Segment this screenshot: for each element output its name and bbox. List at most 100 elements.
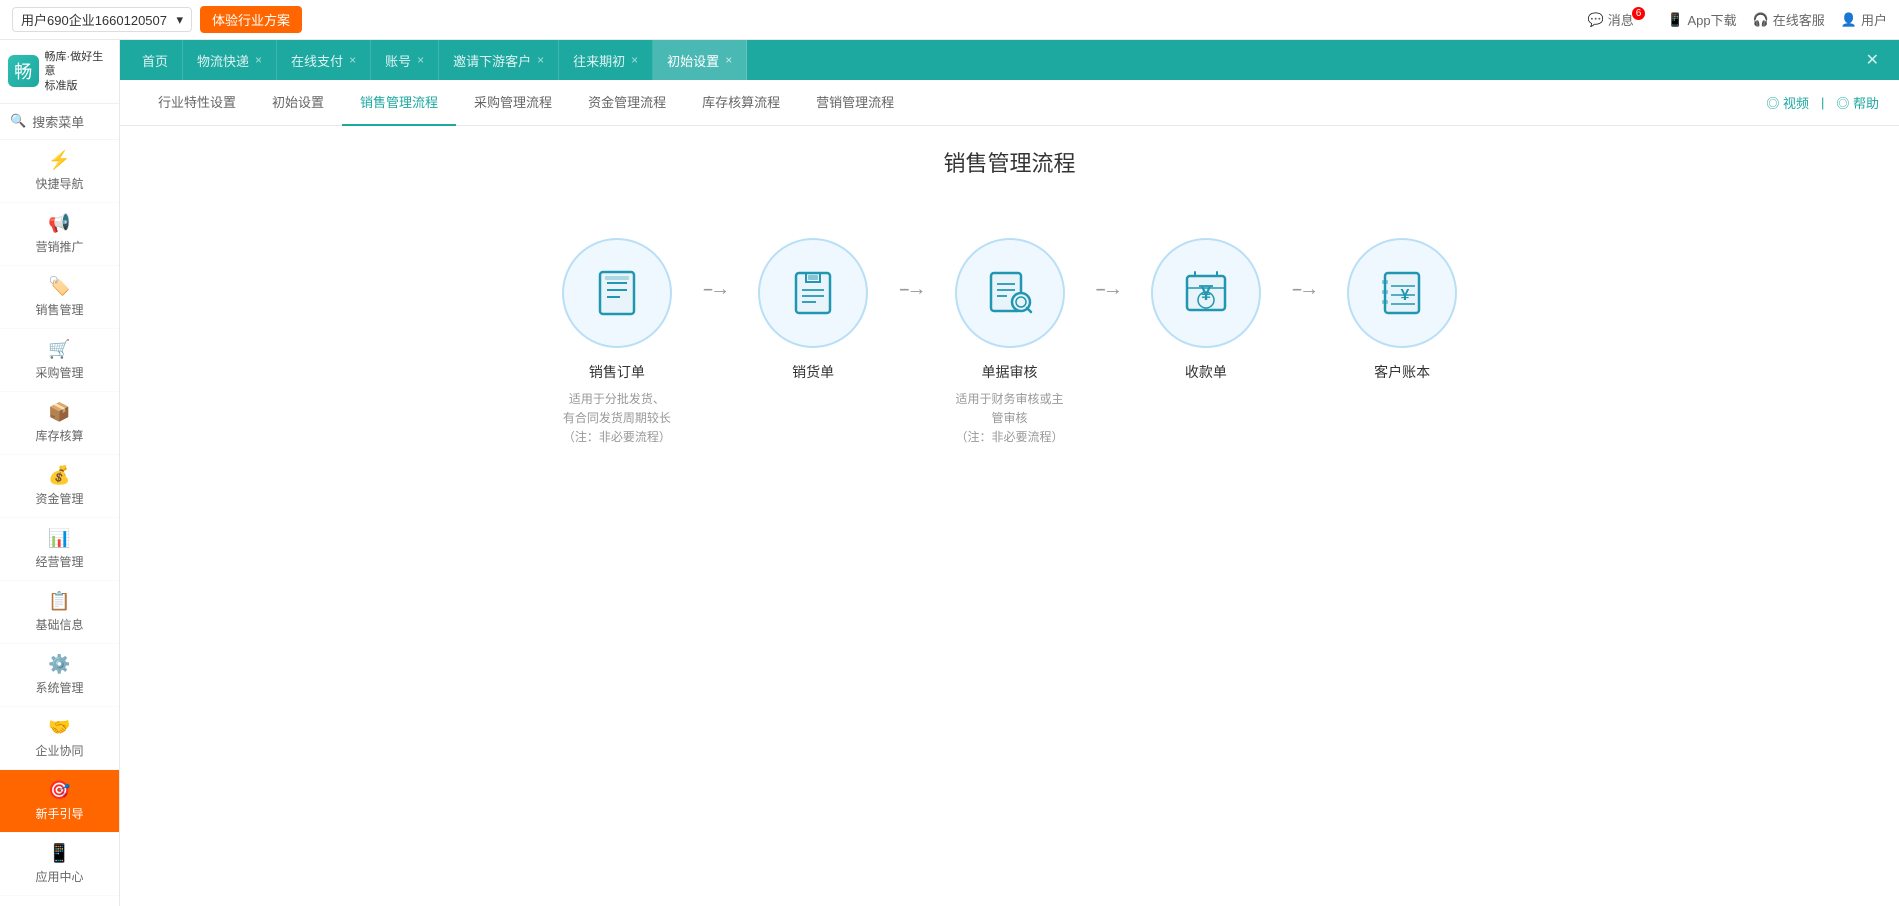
basic-info-icon: 📋 [48, 591, 70, 612]
flow-step-customer-ledger-title: 客户账本 [1374, 362, 1430, 382]
top-bar-right: 💬 消息 6 📱 App下载 🎧 在线客服 👤 用户 [1588, 10, 1888, 29]
app-download-item[interactable]: 📱 App下载 [1667, 10, 1736, 29]
flow-circle-sales-invoice[interactable] [758, 238, 868, 348]
system-icon: ⚙️ [48, 654, 70, 675]
sub-tab-marketing-flow[interactable]: 营销管理流程 [798, 80, 912, 126]
sub-tabs-right: ◎ 视频 | ◎ 帮助 [1766, 93, 1879, 112]
message-icon: 💬 [1588, 12, 1604, 28]
message-label: 消息 [1608, 10, 1634, 29]
nav-tab-period-init-close[interactable]: × [631, 53, 638, 67]
nav-tabs-close-button[interactable]: ✕ [1854, 50, 1891, 70]
sidebar-item-corp-wechat[interactable]: 💬 企业微信 [0, 896, 119, 906]
sub-tab-inventory-flow[interactable]: 库存核算流程 [684, 80, 798, 126]
sidebar-item-guide[interactable]: 🎯 新手引导 [0, 770, 119, 833]
sidebar-item-purchase[interactable]: 🛒 采购管理 [0, 329, 119, 392]
flow-circle-receipt[interactable]: ¥ [1151, 238, 1261, 348]
quick-nav-icon: ⚡ [48, 150, 70, 171]
search-label: 搜索菜单 [32, 112, 84, 131]
sidebar-label-inventory: 库存核算 [35, 427, 83, 444]
video-link[interactable]: ◎ 视频 [1766, 93, 1809, 112]
nav-tab-period-init-label: 往来期初 [573, 51, 625, 70]
divider: | [1821, 95, 1824, 110]
flow-step-sales-order: 销售订单 适用于分批发货、有合同发货周期较长（注：非必要流程） [527, 238, 707, 448]
sidebar-label-marketing: 营销推广 [35, 238, 83, 255]
sidebar-label-system: 系统管理 [35, 679, 83, 696]
flow-step-customer-ledger: ¥ 客户账本 [1312, 238, 1492, 390]
sidebar-item-marketing[interactable]: 📢 营销推广 [0, 203, 119, 266]
sub-tab-inventory-flow-label: 库存核算流程 [702, 92, 780, 111]
help-link[interactable]: ◎ 帮助 [1836, 93, 1879, 112]
sub-tab-sales-flow-label: 销售管理流程 [360, 92, 438, 111]
nav-tab-payment-close[interactable]: × [349, 53, 356, 67]
nav-tab-initial-setup[interactable]: 初始设置 × [653, 40, 747, 80]
message-item[interactable]: 💬 消息 6 [1588, 10, 1652, 29]
nav-tab-account-label: 账号 [385, 51, 411, 70]
flow-step-receipt: ¥ 收款单 [1116, 238, 1296, 390]
sidebar-label-quick-nav: 快捷导航 [35, 175, 83, 192]
page-title: 销售管理流程 [140, 146, 1879, 178]
dropdown-icon: ▾ [176, 12, 183, 28]
nav-tab-logistics-close[interactable]: × [255, 53, 262, 67]
sidebar-item-quick-nav[interactable]: ⚡ 快捷导航 [0, 140, 119, 203]
sub-tab-capital-flow[interactable]: 资金管理流程 [570, 80, 684, 126]
sub-tab-industry[interactable]: 行业特性设置 [140, 80, 254, 126]
flow-step-doc-review-title: 单据审核 [982, 362, 1038, 382]
flow-circle-doc-review[interactable] [955, 238, 1065, 348]
sidebar-label-app-center: 应用中心 [35, 868, 83, 885]
sub-tab-initial[interactable]: 初始设置 [254, 80, 342, 126]
service-item[interactable]: 🎧 在线客服 [1753, 10, 1825, 29]
flow-circle-customer-ledger[interactable]: ¥ [1347, 238, 1457, 348]
flow-step-sales-order-title: 销售订单 [589, 362, 645, 382]
main-layout: 畅 畅库·做好生意 标准版 🔍 搜索菜单 ⚡ 快捷导航 📢 营销推广 🏷️ 销售… [0, 40, 1899, 906]
sidebar-label-basic-info: 基础信息 [35, 616, 83, 633]
trial-button[interactable]: 体验行业方案 [200, 6, 302, 33]
nav-tab-initial-setup-close[interactable]: × [725, 53, 732, 67]
nav-tab-payment-label: 在线支付 [291, 51, 343, 70]
sidebar-search[interactable]: 🔍 搜索菜单 [0, 104, 119, 140]
sub-tab-sales-flow[interactable]: 销售管理流程 [342, 80, 456, 126]
sidebar-item-app-center[interactable]: 📱 应用中心 [0, 833, 119, 896]
flow-diagram: 销售订单 适用于分批发货、有合同发货周期较长（注：非必要流程） --→ [140, 228, 1879, 458]
nav-tab-period-init[interactable]: 往来期初 × [559, 40, 653, 80]
flow-step-receipt-title: 收款单 [1185, 362, 1227, 382]
nav-tab-home[interactable]: 首页 [128, 40, 183, 80]
sidebar-item-collab[interactable]: 🤝 企业协同 [0, 707, 119, 770]
sidebar-item-operations[interactable]: 📊 经营管理 [0, 518, 119, 581]
nav-tab-logistics[interactable]: 物流快递 × [183, 40, 277, 80]
sidebar-logo: 畅 畅库·做好生意 标准版 [0, 40, 119, 104]
flow-step-sales-invoice: 销货单 [723, 238, 903, 390]
nav-tab-initial-setup-label: 初始设置 [667, 51, 719, 70]
flow-step-doc-review-desc: 适用于财务审核或主管审核（注：非必要流程） [955, 390, 1063, 448]
guide-icon: 🎯 [48, 780, 70, 801]
sidebar-label-collab: 企业协同 [35, 742, 83, 759]
app-center-icon: 📱 [48, 843, 70, 864]
nav-tab-invite[interactable]: 邀请下游客户 × [439, 40, 559, 80]
sub-tab-initial-label: 初始设置 [272, 92, 324, 111]
sidebar-item-system[interactable]: ⚙️ 系统管理 [0, 644, 119, 707]
flow-step-sales-invoice-title: 销货单 [792, 362, 834, 382]
sidebar-item-sales[interactable]: 🏷️ 销售管理 [0, 266, 119, 329]
sidebar-label-operations: 经营管理 [35, 553, 83, 570]
sidebar-label-finance: 资金管理 [35, 490, 83, 507]
nav-tab-payment[interactable]: 在线支付 × [277, 40, 371, 80]
user-selector[interactable]: 用户690企业1660120507 ▾ [12, 7, 192, 32]
user-item[interactable]: 👤 用户 [1841, 10, 1887, 29]
sub-tab-purchase-flow[interactable]: 采购管理流程 [456, 80, 570, 126]
sidebar-item-basic-info[interactable]: 📋 基础信息 [0, 581, 119, 644]
service-label: 在线客服 [1773, 10, 1825, 29]
sidebar-item-inventory[interactable]: 📦 库存核算 [0, 392, 119, 455]
message-badge: 6 [1632, 7, 1646, 20]
search-icon: 🔍 [10, 113, 26, 129]
top-bar: 用户690企业1660120507 ▾ 体验行业方案 💬 消息 6 📱 App下… [0, 0, 1899, 40]
user-name-label: 用户 [1861, 10, 1887, 29]
flow-circle-sales-order[interactable] [562, 238, 672, 348]
logo-line2: 标准版 [45, 79, 111, 93]
nav-tab-account-close[interactable]: × [417, 53, 424, 67]
purchase-icon: 🛒 [48, 339, 70, 360]
nav-tab-home-label: 首页 [142, 51, 168, 70]
sub-tab-purchase-flow-label: 采购管理流程 [474, 92, 552, 111]
nav-tab-invite-close[interactable]: × [537, 53, 544, 67]
sidebar-item-finance[interactable]: 💰 资金管理 [0, 455, 119, 518]
page-content: 销售管理流程 销售订单 适用于分批发货、有合同 [120, 126, 1899, 906]
nav-tab-account[interactable]: 账号 × [371, 40, 439, 80]
